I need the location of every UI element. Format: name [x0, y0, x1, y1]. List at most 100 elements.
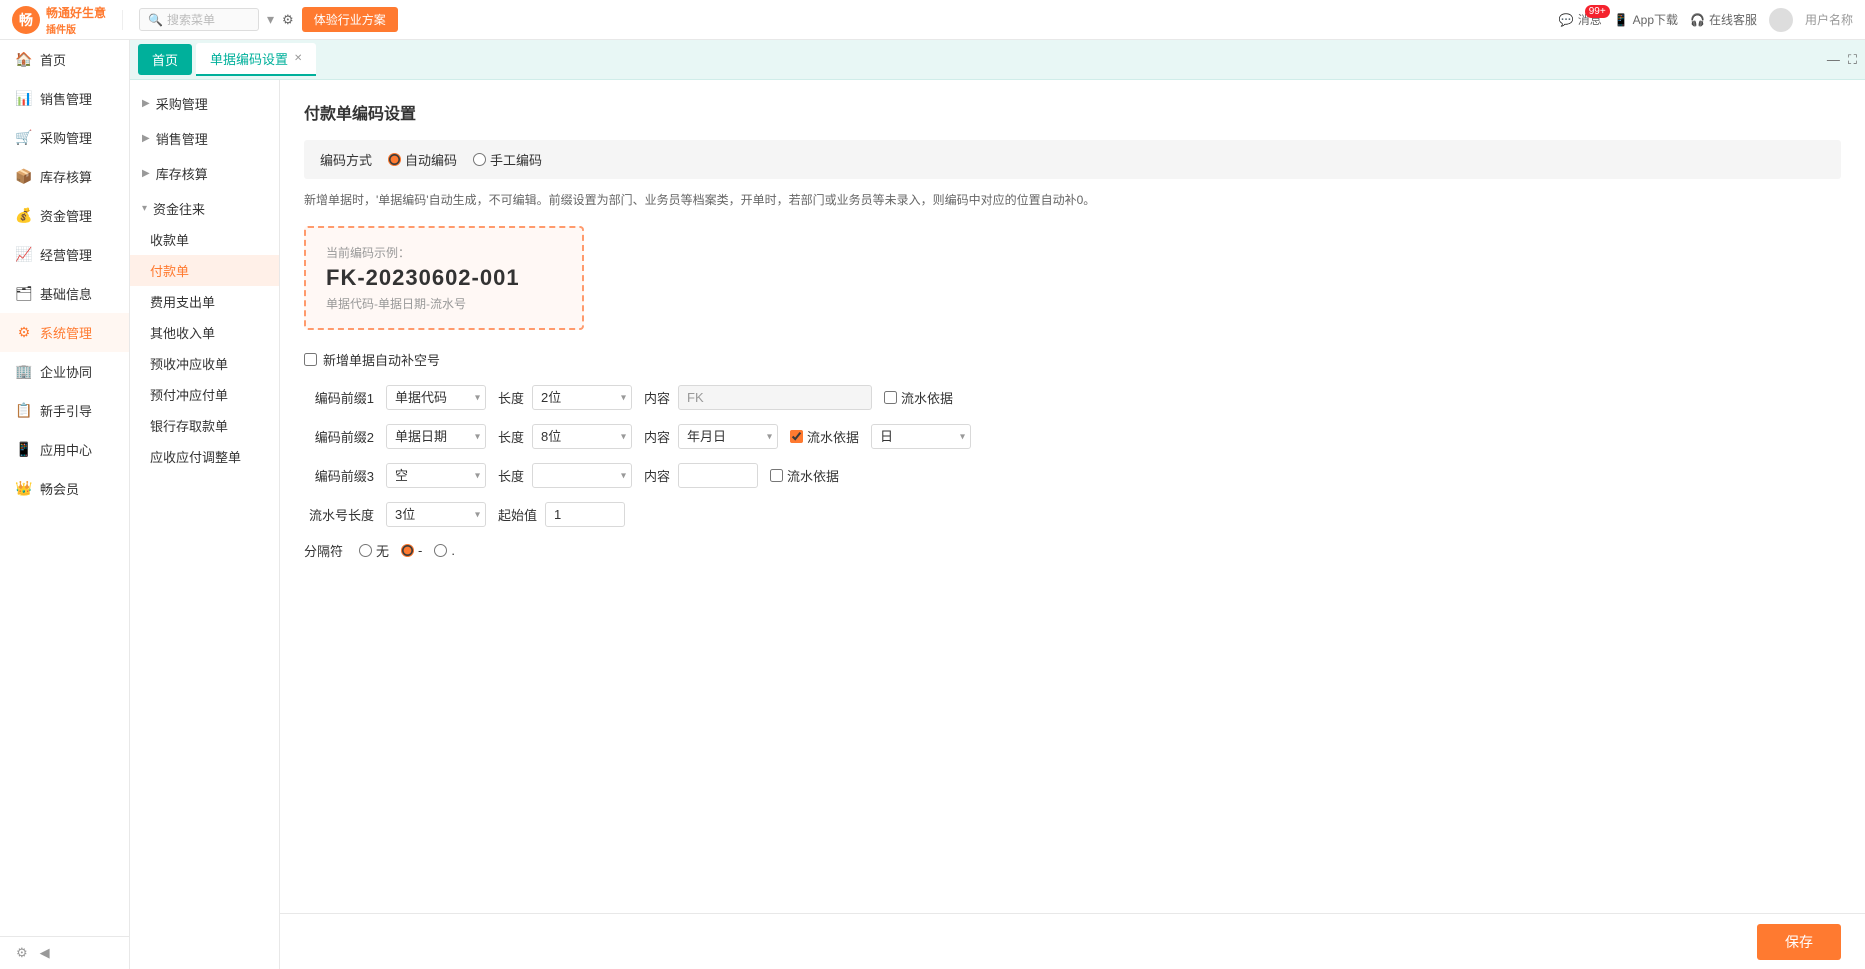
prefix2-serial-check[interactable]: 流水依据: [790, 427, 859, 446]
sep-none-radio[interactable]: 无: [359, 541, 389, 560]
sidebar-item-home[interactable]: 🏠 首页: [0, 40, 129, 79]
tab-maximize-icon[interactable]: ⛶: [1848, 52, 1857, 68]
serial-row: 流水号长度 3位 起始值: [304, 502, 1841, 527]
tab-code-settings[interactable]: 单据编码设置 ✕: [196, 43, 316, 76]
auto-fill-row: 新增单据自动补空号: [304, 350, 1841, 369]
encoding-method-section: 编码方式 自动编码 手工编码: [304, 140, 1841, 179]
submenu-item-expense[interactable]: 费用支出单: [130, 286, 279, 317]
prefix2-length-select-wrapper: 8位: [532, 424, 632, 449]
auto-fill-checkbox[interactable]: [304, 353, 317, 366]
top-bar-right: 💬 消息 99+ 📱 App下载 🎧 在线客服 用户名称: [1559, 8, 1853, 32]
service-icon: 🎧: [1690, 13, 1705, 27]
app-logo: 畅 畅通好生意 插件版: [12, 4, 106, 36]
tab-bar: 首页 单据编码设置 ✕ — ⛶: [130, 40, 1865, 80]
appstore-icon: 📱: [16, 442, 32, 458]
separator-radio-group: 无 - .: [359, 541, 455, 560]
sidebar-collapse-icon[interactable]: ◀: [40, 945, 50, 961]
sidebar-item-label: 采购管理: [40, 128, 92, 147]
submenu-item-prepay-receivable[interactable]: 预收冲应收单: [130, 348, 279, 379]
prefix2-serial-unit-select[interactable]: 日: [871, 424, 971, 449]
submenu-group-finance: ▾ 资金往来 收款单 付款单 费用支出单 其他收入单: [130, 193, 279, 472]
auto-code-radio[interactable]: 自动编码: [388, 150, 457, 169]
prefix3-content-input[interactable]: [678, 463, 758, 488]
serial-length-select[interactable]: 3位: [386, 502, 486, 527]
main-layout: 🏠 首页 📊 销售管理 🛒 采购管理 📦 库存核算 💰 资金管理 📈 经: [0, 40, 1865, 969]
sidebar-item-sales[interactable]: 📊 销售管理: [0, 79, 129, 118]
submenu-item-receipt[interactable]: 收款单: [130, 224, 279, 255]
tab-close-icon[interactable]: ✕: [294, 53, 302, 64]
submenu-item-prepay-payable[interactable]: 预付冲应付单: [130, 379, 279, 410]
experience-btn[interactable]: 体验行业方案: [302, 7, 398, 32]
start-value-input[interactable]: [545, 502, 625, 527]
submenu-group-sales-header[interactable]: ▶ 销售管理: [130, 123, 279, 154]
user-avatar[interactable]: [1769, 8, 1793, 32]
submenu-group-purchase: ▶ 采购管理: [130, 88, 279, 119]
message-wrapper[interactable]: 💬 消息 99+: [1559, 11, 1602, 28]
prefix2-select[interactable]: 单据日期: [386, 424, 486, 449]
prefix2-row: 编码前缀2 单据日期 长度 8位: [304, 424, 1841, 449]
top-bar: 畅 畅通好生意 插件版 🔍 搜索菜单 ▾ ⚙ 体验行业方案 💬 消息 99+ 📱…: [0, 0, 1865, 40]
encoding-radio-group: 自动编码 手工编码: [388, 150, 542, 169]
prefix2-content-group: 内容 年月日: [644, 424, 778, 449]
tab-bar-actions: — ⛶: [1827, 52, 1857, 68]
tab-minimize-icon[interactable]: —: [1827, 52, 1840, 68]
prefix2-label: 编码前缀2: [304, 427, 374, 446]
settings-icon[interactable]: ⚙: [282, 12, 294, 28]
search-menu[interactable]: 🔍 搜索菜单: [139, 8, 259, 31]
prefix1-length-select[interactable]: 2位: [532, 385, 632, 410]
prefix1-select[interactable]: 单据代码: [386, 385, 486, 410]
sidebar-item-newbie[interactable]: 📋 新手引导: [0, 391, 129, 430]
system-icon: ⚙: [16, 325, 32, 341]
sidebar-item-purchase[interactable]: 🛒 采购管理: [0, 118, 129, 157]
prefix3-length-group: 长度: [498, 463, 632, 488]
sidebar-item-appstore[interactable]: 📱 应用中心: [0, 430, 129, 469]
bottom-bar: 保存: [280, 913, 1865, 969]
prefix3-label: 编码前缀3: [304, 466, 374, 485]
tab-home[interactable]: 首页: [138, 44, 192, 75]
prefix1-content-group: 内容: [644, 385, 872, 410]
prefix1-label: 编码前缀1: [304, 388, 374, 407]
code-preview-box: 当前编码示例： FK-20230602-001 单据代码-单据日期-流水号: [304, 226, 584, 330]
sidebar-settings-icon[interactable]: ⚙: [16, 945, 28, 961]
submenu-group-purchase-header[interactable]: ▶ 采购管理: [130, 88, 279, 119]
finance-icon: 💰: [16, 208, 32, 224]
manual-code-radio[interactable]: 手工编码: [473, 150, 542, 169]
app-download[interactable]: 📱 App下载: [1614, 11, 1678, 28]
start-value-group: 起始值: [498, 502, 625, 527]
home-icon: 🏠: [16, 52, 32, 68]
online-service[interactable]: 🎧 在线客服: [1690, 11, 1757, 28]
sidebar-item-operation[interactable]: 📈 经营管理: [0, 235, 129, 274]
sidebar-item-vip[interactable]: 👑 畅会员: [0, 469, 129, 508]
sidebar-item-inventory[interactable]: 📦 库存核算: [0, 157, 129, 196]
prefix3-content-group: 内容: [644, 463, 758, 488]
sep-dot-radio[interactable]: .: [434, 543, 455, 558]
prefix3-length-select-wrapper: [532, 463, 632, 488]
sidebar-item-finance[interactable]: 💰 资金管理: [0, 196, 129, 235]
sidebar-item-label: 基础信息: [40, 284, 92, 303]
submenu-group-finance-header[interactable]: ▾ 资金往来: [130, 193, 279, 224]
user-name: 用户名称: [1805, 11, 1853, 28]
submenu-item-other-income[interactable]: 其他收入单: [130, 317, 279, 348]
sep-dash-radio[interactable]: -: [401, 543, 422, 558]
submenu-item-bank-deposit[interactable]: 银行存取款单: [130, 410, 279, 441]
prefix2-content-select[interactable]: 年月日: [678, 424, 778, 449]
submenu-item-payment[interactable]: 付款单: [130, 255, 279, 286]
prefix2-length-select[interactable]: 8位: [532, 424, 632, 449]
message-icon: 💬: [1559, 13, 1574, 27]
submenu-item-payable-adjust[interactable]: 应收应付调整单: [130, 441, 279, 472]
sidebar-item-system[interactable]: ⚙ 系统管理: [0, 313, 129, 352]
prefix1-serial-check[interactable]: 流水依据: [884, 388, 953, 407]
prefix3-length-select[interactable]: [532, 463, 632, 488]
page-content: 付款单编码设置 编码方式 自动编码 手: [280, 80, 1865, 913]
arrow-down-icon: ▾: [142, 203, 147, 214]
dropdown-icon[interactable]: ▾: [267, 11, 274, 28]
prefix3-serial-check[interactable]: 流水依据: [770, 466, 839, 485]
serial-length-label: 流水号长度: [304, 505, 374, 524]
save-button[interactable]: 保存: [1757, 924, 1841, 960]
sidebar-item-basic[interactable]: 🗂 基础信息: [0, 274, 129, 313]
sidebar-bottom: ⚙ ◀: [0, 936, 129, 969]
sidebar-item-enterprise[interactable]: 🏢 企业协同: [0, 352, 129, 391]
prefix3-select[interactable]: 空: [386, 463, 486, 488]
submenu-group-inventory-header[interactable]: ▶ 库存核算: [130, 158, 279, 189]
sidebar-item-label: 应用中心: [40, 440, 92, 459]
